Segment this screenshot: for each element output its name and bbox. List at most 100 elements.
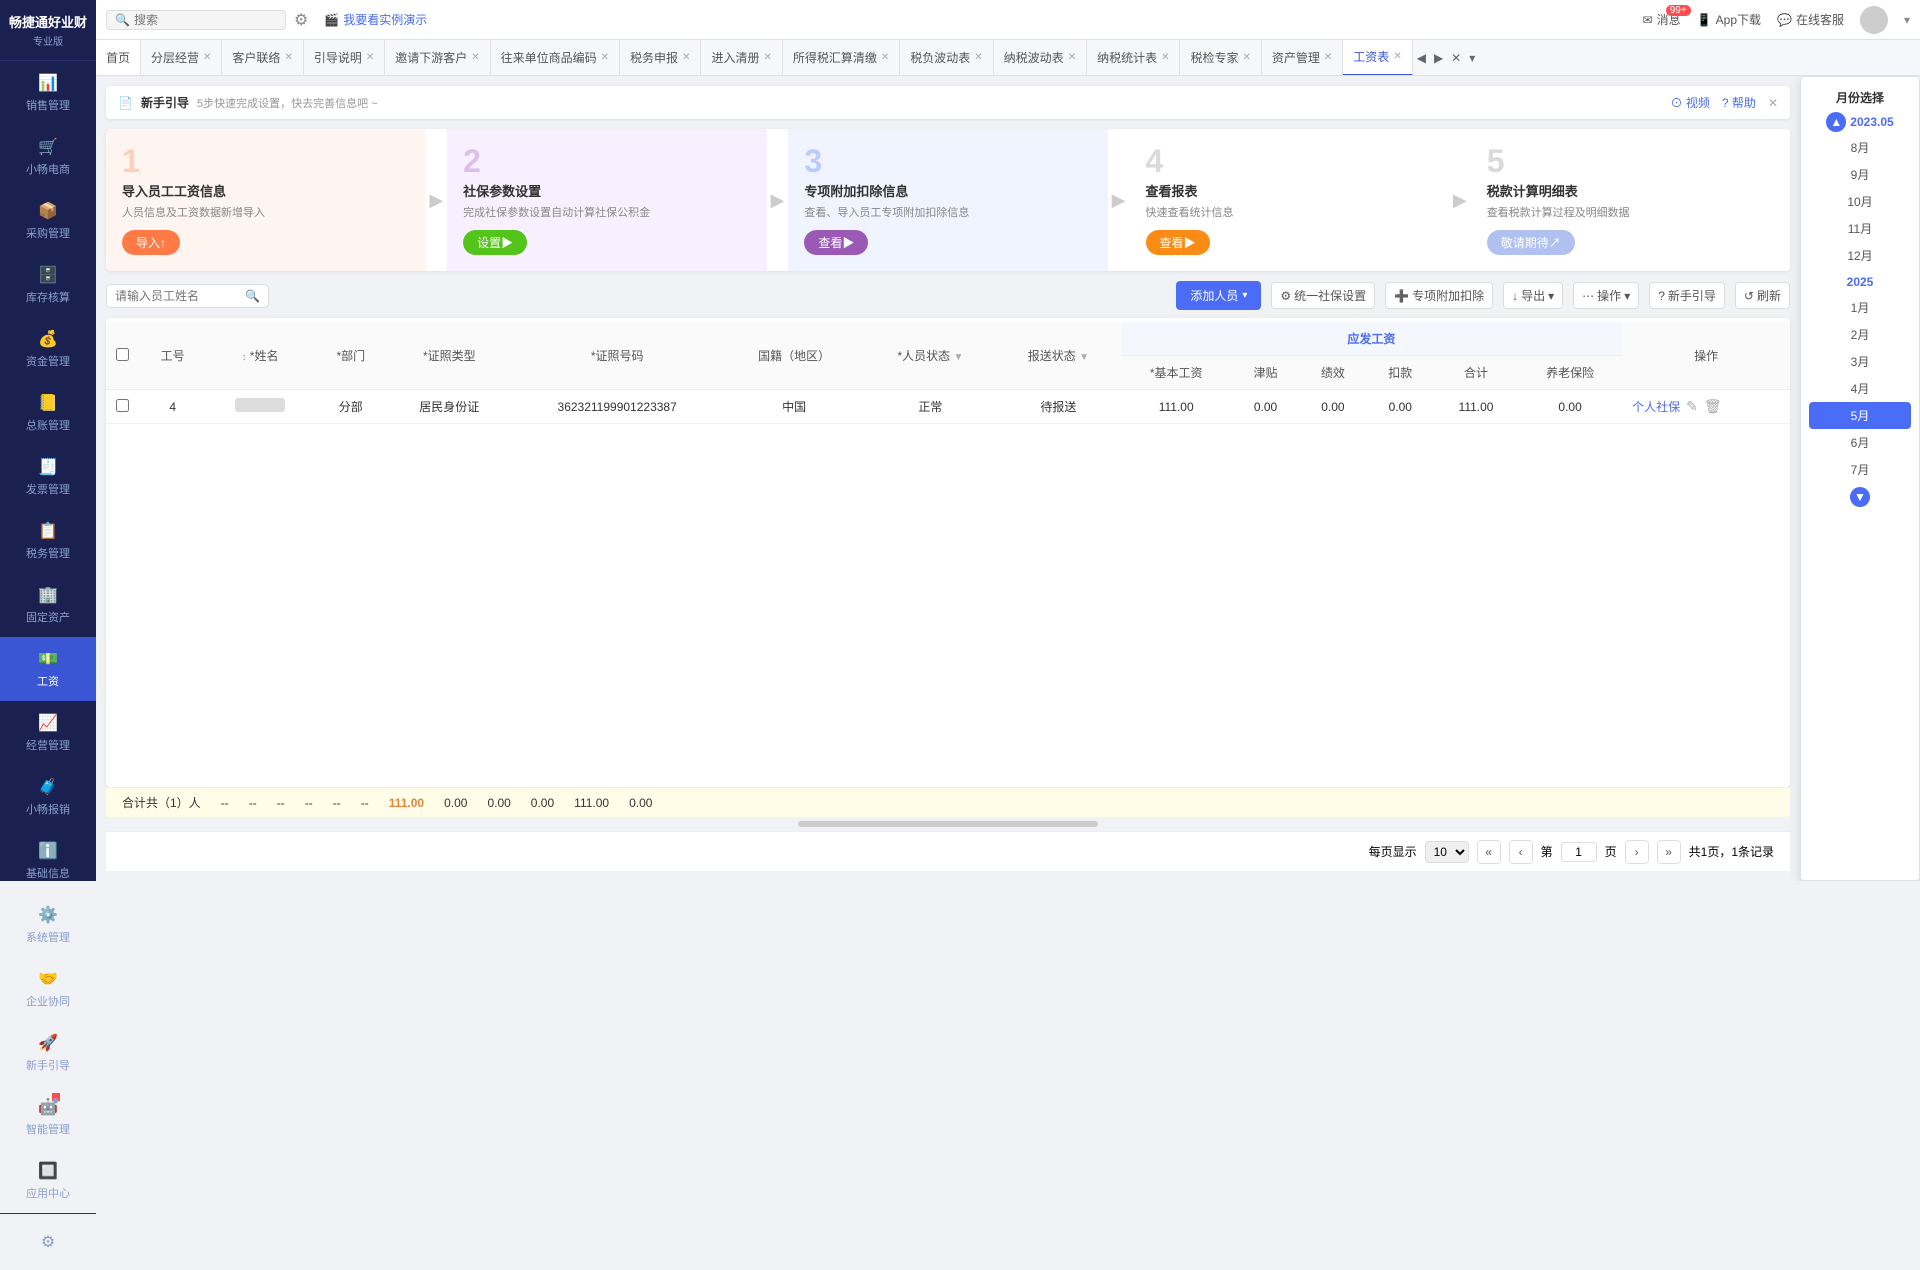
user-avatar[interactable] bbox=[1860, 6, 1888, 34]
sidebar-item-management[interactable]: 📈 经营管理 bbox=[0, 701, 96, 765]
status-filter-icon[interactable]: ▼ bbox=[953, 352, 963, 363]
step-btn-5[interactable]: 敬请期待↗ bbox=[1487, 230, 1575, 255]
month-item-9[interactable]: 9月 bbox=[1801, 161, 1919, 188]
delete-icon[interactable]: 🗑 bbox=[1704, 398, 1722, 415]
step-btn-2[interactable]: 设置▶ bbox=[463, 230, 527, 255]
new-guide-btn[interactable]: ? 新手引导 bbox=[1649, 282, 1725, 309]
view-btn-4[interactable]: 查看▶ bbox=[1146, 230, 1210, 255]
page-next-btn[interactable]: › bbox=[1625, 840, 1649, 864]
user-menu[interactable]: ▾ bbox=[1904, 13, 1910, 27]
page-first-btn[interactable]: « bbox=[1477, 840, 1501, 864]
messages-btn[interactable]: ✉ 消息 99+ bbox=[1643, 11, 1681, 28]
sidebar-item-ai[interactable]: ● 🤖 智能管理 bbox=[0, 1085, 96, 1149]
guide-close-btn[interactable]: ✕ bbox=[1768, 96, 1778, 110]
tab-close-icon[interactable]: ✕ bbox=[284, 52, 292, 63]
tab-12[interactable]: 税检专家 ✕ bbox=[1180, 40, 1261, 76]
topbar-search[interactable]: 🔍 bbox=[106, 10, 286, 30]
horizontal-scrollbar[interactable] bbox=[106, 817, 1790, 831]
month-item-6[interactable]: 6月 bbox=[1801, 429, 1919, 456]
tab-3[interactable]: 引导说明 ✕ bbox=[304, 40, 385, 76]
social-security-btn[interactable]: ⚙ 统一社保设置 bbox=[1271, 282, 1375, 309]
send-filter-icon[interactable]: ▼ bbox=[1079, 352, 1089, 363]
month-nav-down-btn[interactable]: ▼ bbox=[1850, 487, 1870, 507]
guide-help-btn[interactable]: ? 帮助 bbox=[1722, 94, 1756, 111]
sidebar-item-tax[interactable]: 📋 税务管理 bbox=[0, 509, 96, 573]
tab-close-icon[interactable]: ✕ bbox=[366, 52, 374, 63]
tab-6[interactable]: 税务申报 ✕ bbox=[620, 40, 701, 76]
sidebar-item-guide[interactable]: 🚀 新手引导 bbox=[0, 1021, 96, 1085]
sidebar-item-basic-info[interactable]: ℹ️ 基础信息 bbox=[0, 829, 96, 893]
month-item-10[interactable]: 10月 bbox=[1801, 188, 1919, 215]
sidebar-item-cooperation[interactable]: 🤝 企业协同 bbox=[0, 957, 96, 1021]
special-deduction-btn[interactable]: ➕ 专项附加扣除 bbox=[1385, 282, 1493, 309]
tab-4[interactable]: 邀请下游客户 ✕ bbox=[385, 40, 490, 76]
tab-close-icon[interactable]: ✕ bbox=[1243, 52, 1251, 63]
sidebar-settings[interactable]: ⚙ bbox=[0, 1224, 96, 1260]
tab-salary[interactable]: 工资表 ✕ bbox=[1343, 40, 1412, 76]
step-btn-4[interactable]: 查看▶ bbox=[1146, 230, 1210, 255]
sidebar-item-system[interactable]: ⚙️ 系统管理 bbox=[0, 893, 96, 957]
tab-11[interactable]: 纳税统计表 ✕ bbox=[1087, 40, 1180, 76]
step-btn-1[interactable]: 导入↑ bbox=[122, 230, 180, 255]
month-item-7[interactable]: 7月 bbox=[1801, 456, 1919, 483]
employee-search-input[interactable] bbox=[115, 289, 245, 303]
tab-9[interactable]: 税负波动表 ✕ bbox=[900, 40, 993, 76]
tab-5[interactable]: 往来单位商品编码 ✕ bbox=[491, 40, 620, 76]
sort-icon[interactable]: ↕ bbox=[241, 352, 246, 363]
sidebar-item-finance[interactable]: 💰 资金管理 bbox=[0, 317, 96, 381]
import-btn[interactable]: 导入↑ bbox=[122, 230, 180, 255]
edit-icon[interactable]: ✎ bbox=[1686, 398, 1698, 415]
settings-gear-icon[interactable]: ⚙ bbox=[294, 10, 308, 30]
month-nav-up-btn[interactable]: ▲ bbox=[1826, 112, 1846, 132]
tab-10[interactable]: 纳税波动表 ✕ bbox=[994, 40, 1087, 76]
tab-dropdown-btn[interactable]: ▾ bbox=[1465, 51, 1479, 65]
tab-close-icon[interactable]: ✕ bbox=[1393, 51, 1401, 62]
row-checkbox[interactable] bbox=[116, 399, 129, 412]
month-item-5[interactable]: 5月 bbox=[1809, 402, 1911, 429]
tab-prev-btn[interactable]: ◀ bbox=[1413, 51, 1430, 65]
tab-close-icon[interactable]: ✕ bbox=[1161, 52, 1169, 63]
sidebar-item-ledger[interactable]: 📒 总账管理 bbox=[0, 381, 96, 445]
sidebar-item-sales[interactable]: 📊 销售管理 bbox=[0, 61, 96, 125]
sidebar-item-salary[interactable]: 💵 工资 bbox=[0, 637, 96, 701]
sidebar-item-purchase[interactable]: 📦 采购管理 bbox=[0, 189, 96, 253]
page-input[interactable] bbox=[1561, 842, 1597, 862]
export-btn[interactable]: ↓ 导出 ▾ bbox=[1503, 282, 1563, 309]
page-size-select[interactable]: 10 20 50 bbox=[1425, 841, 1469, 863]
month-item-1[interactable]: 1月 bbox=[1801, 294, 1919, 321]
tab-home[interactable]: 首页 bbox=[96, 40, 141, 76]
online-service-btn[interactable]: 💬 在线客服 bbox=[1777, 11, 1844, 28]
sidebar-item-ecommerce[interactable]: 🛒 小畅电商 bbox=[0, 125, 96, 189]
sidebar-item-app-center[interactable]: 🔲 应用中心 bbox=[0, 1149, 96, 1213]
tab-close-all-btn[interactable]: ✕ bbox=[1447, 51, 1465, 65]
tab-close-icon[interactable]: ✕ bbox=[1324, 52, 1332, 63]
app-download-btn[interactable]: 📱 App下载 bbox=[1697, 11, 1761, 28]
operations-btn[interactable]: ⋯ 操作 ▾ bbox=[1573, 282, 1639, 309]
search-input[interactable] bbox=[134, 13, 274, 27]
tab-close-icon[interactable]: ✕ bbox=[763, 52, 771, 63]
month-item-12[interactable]: 12月 bbox=[1801, 242, 1919, 269]
guide-video-btn[interactable]: ⊙ 视频 bbox=[1671, 94, 1710, 111]
tab-8[interactable]: 所得税汇算清缴 ✕ bbox=[783, 40, 900, 76]
month-item-11[interactable]: 11月 bbox=[1801, 215, 1919, 242]
setup-btn[interactable]: 设置▶ bbox=[463, 230, 527, 255]
tab-close-icon[interactable]: ✕ bbox=[471, 52, 479, 63]
tab-next-btn[interactable]: ▶ bbox=[1430, 51, 1447, 65]
page-last-btn[interactable]: » bbox=[1657, 840, 1681, 864]
month-item-8[interactable]: 8月 bbox=[1801, 134, 1919, 161]
tab-close-icon[interactable]: ✕ bbox=[881, 52, 889, 63]
month-item-4[interactable]: 4月 bbox=[1801, 375, 1919, 402]
scrollbar-thumb[interactable] bbox=[798, 821, 1098, 827]
tab-2[interactable]: 客户联络 ✕ bbox=[222, 40, 303, 76]
select-all-checkbox[interactable] bbox=[116, 348, 129, 361]
sidebar-item-expense[interactable]: 🧳 小畅报销 bbox=[0, 765, 96, 829]
personal-social-security-link[interactable]: 个人社保 bbox=[1632, 398, 1680, 415]
month-item-2[interactable]: 2月 bbox=[1801, 321, 1919, 348]
tab-13[interactable]: 资产管理 ✕ bbox=[1262, 40, 1343, 76]
tab-close-icon[interactable]: ✕ bbox=[974, 52, 982, 63]
demo-link[interactable]: 🎬 我要看实例演示 bbox=[324, 11, 427, 28]
tab-close-icon[interactable]: ✕ bbox=[601, 52, 609, 63]
refresh-btn[interactable]: ↺ 刷新 bbox=[1735, 282, 1790, 309]
tab-close-icon[interactable]: ✕ bbox=[682, 52, 690, 63]
tab-close-icon[interactable]: ✕ bbox=[1068, 52, 1076, 63]
